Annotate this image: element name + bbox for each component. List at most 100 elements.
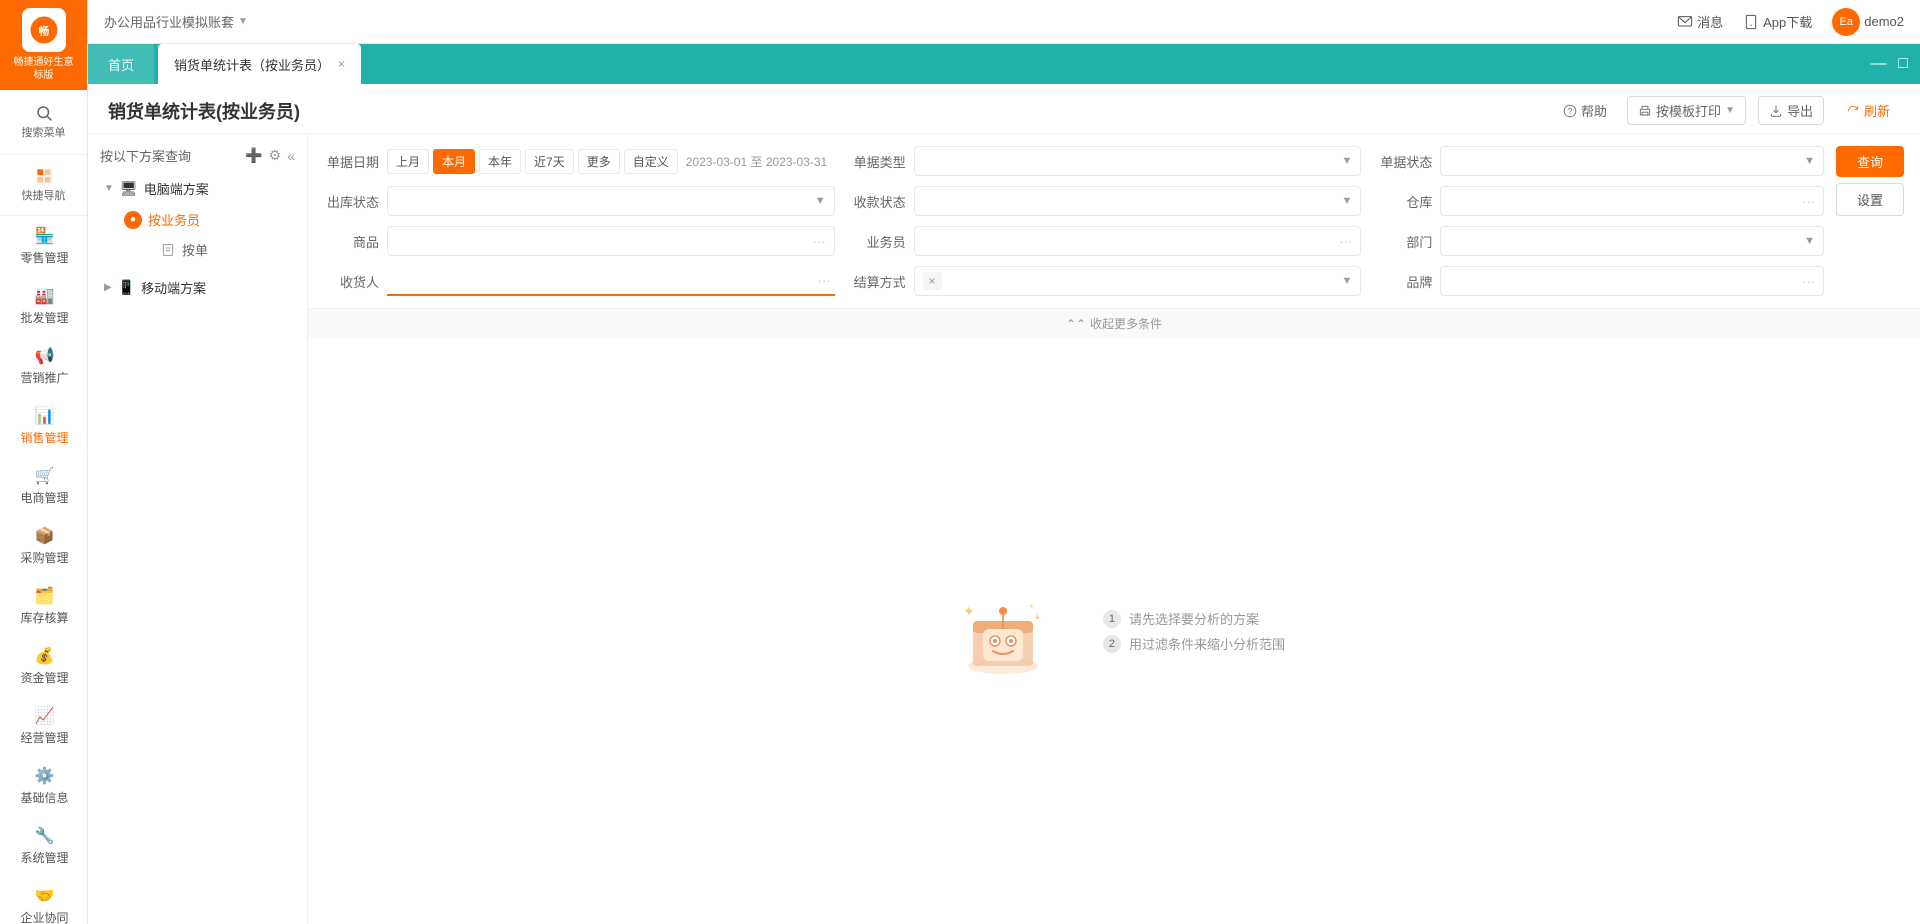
topbar-left: 办公用品行业模拟账套 ▼ [104,12,248,31]
recipient-input-wrapper: ··· [387,266,835,296]
tab-minimize-button[interactable]: — [1866,51,1890,77]
sidebar-item-wholesale[interactable]: 🏭 批发管理 [0,276,87,336]
left-panel: 按以下方案查询 ➕ ⚙ « ▼ 🖥 电 [88,134,308,924]
this-year-btn[interactable]: 本年 [479,149,521,174]
user-profile[interactable]: Ea demo2 [1832,8,1904,36]
salesperson-label: 业务员 [851,232,906,251]
search-menu-label: 搜索菜单 [22,124,66,140]
receiptstatus-select[interactable]: ▼ [914,186,1362,216]
sidebar-item-system[interactable]: 🔧 系统管理 [0,816,87,876]
warehouse-input[interactable]: ··· [1440,186,1824,216]
sidebar-item-marketing[interactable]: 📢 营销推广 [0,336,87,396]
home-tab[interactable]: 首页 [88,44,154,84]
doctype-select[interactable]: ▼ [914,146,1362,176]
message-button[interactable]: 消息 [1677,12,1723,31]
doctype-label: 单据类型 [851,152,906,171]
brand-input[interactable]: ··· [1440,266,1824,296]
tab-restore-button[interactable]: □ [1894,51,1912,77]
refresh-label: 刷新 [1864,101,1890,120]
user-name: demo2 [1864,14,1904,29]
print-button[interactable]: 按模板打印 ▼ [1627,96,1746,125]
export-button[interactable]: 导出 [1758,96,1824,125]
sidebar-item-ecommerce[interactable]: 🛒 电商管理 [0,456,87,516]
filter-grid: 单据日期 上月 本月 本年 近7天 更多 自定义 2023-03-01 至 20… [308,134,1920,308]
brand-label: 品牌 [1377,272,1432,291]
product-dots: ··· [813,234,826,249]
account-dropdown[interactable]: 办公用品行业模拟账套 ▼ [104,12,248,31]
sidebar-item-inventory[interactable]: 🗂️ 库存核算 [0,576,87,636]
this-month-btn[interactable]: 本月 [433,149,475,174]
sidebar-logo[interactable]: 畅 畅捷通好生意 标版 [0,0,87,90]
finance-icon: 💰 [35,646,55,666]
outstatus-label: 出库状态 [324,192,379,211]
by-order-label: 按单 [182,240,208,259]
department-dropdown-arrow: ▼ [1804,235,1815,247]
by-order-item[interactable]: 按单 [152,235,299,264]
more-date-btn[interactable]: 更多 [578,149,620,174]
query-button[interactable]: 查询 [1836,146,1904,177]
empty-tip-1: 1 请先选择要分析的方案 [1103,609,1285,628]
filter-docstatus-cell: 单据状态 ▼ [1377,146,1904,176]
mobile-expand-arrow: ▶ [104,282,112,293]
export-label: 导出 [1787,101,1813,120]
department-select[interactable]: ▼ [1440,226,1824,256]
tip-1-num: 1 [1103,610,1121,628]
outstatus-select[interactable]: ▼ [387,186,835,216]
sidebar-item-finance[interactable]: 💰 资金管理 [0,636,87,696]
active-tab[interactable]: 销货单统计表（按业务员） × [158,44,361,84]
search-menu-button[interactable]: 搜索菜单 [6,98,81,146]
app-download-button[interactable]: App下载 [1743,12,1812,31]
last-month-btn[interactable]: 上月 [387,149,429,174]
filter-receiptstatus-cell: 收款状态 ▼ [851,186,1378,216]
empty-state: ✦ ✦ ✦ 1 请先选择要分析的方案 2 [308,338,1920,924]
help-label: 帮助 [1581,101,1607,120]
quick-nav-section: 快捷导航 [0,155,87,216]
by-salesperson-label: 按业务员 [148,210,200,229]
settlement-label: 结算方式 [851,272,906,291]
add-scheme-button[interactable]: ➕ [245,147,262,164]
help-button[interactable]: ? 帮助 [1555,97,1615,124]
topbar: 办公用品行业模拟账套 ▼ 消息 App下载 Ea demo2 [88,0,1920,44]
settlement-tag-close[interactable]: × [929,274,936,288]
collapse-panel-button[interactable]: « [287,148,295,164]
product-input[interactable]: ··· [387,226,835,256]
desktop-section-header[interactable]: ▼ 🖥 电脑端方案 [96,173,299,204]
tab-close-button[interactable]: × [338,57,345,71]
sidebar-nav: 🏪 零售管理 🏭 批发管理 📢 营销推广 📊 销售管理 🛒 电商管理 📦 采购管… [0,216,87,924]
sidebar-item-retail[interactable]: 🏪 零售管理 [0,216,87,276]
settings-button[interactable]: 设置 [1836,183,1904,216]
tip-1-text: 请先选择要分析的方案 [1129,609,1259,628]
left-panel-actions: ➕ ⚙ « [245,147,295,164]
custom-date-btn[interactable]: 自定义 [624,149,678,174]
purchase-icon: 📦 [35,526,55,546]
docstatus-select[interactable]: ▼ [1440,146,1824,176]
print-dropdown-arrow[interactable]: ▼ [1725,105,1735,116]
date-group: 上月 本月 本年 近7天 更多 自定义 2023-03-01 至 2023-03… [387,149,827,174]
account-name: 办公用品行业模拟账套 [104,12,234,31]
salesperson-input[interactable]: ··· [914,226,1362,256]
receiptstatus-select-wrapper: ▼ [914,186,1362,216]
mobile-section-header[interactable]: ▶ 📱 移动端方案 [96,272,299,303]
svg-text:✦: ✦ [963,603,975,619]
docstatus-dropdown-arrow: ▼ [1804,155,1815,167]
settings-scheme-button[interactable]: ⚙ [269,147,282,164]
empty-content: ✦ ✦ ✦ 1 请先选择要分析的方案 2 [943,571,1285,691]
sidebar-item-basic[interactable]: ⚙️ 基础信息 [0,756,87,816]
recipient-input[interactable] [391,273,818,288]
refresh-button[interactable]: 刷新 [1836,97,1900,124]
sidebar-item-operations[interactable]: 📈 经营管理 [0,696,87,756]
collapse-bar[interactable]: ⌃⌃ 收起更多条件 [308,308,1920,338]
left-panel-title-text: 按以下方案查询 [100,146,191,165]
sidebar-item-inventory-label: 库存核算 [20,609,68,626]
mobile-branch: ▶ 📱 移动端方案 [96,272,299,303]
by-order-sub: 按单 [116,235,299,264]
doctype-dropdown-arrow: ▼ [1341,155,1352,167]
by-salesperson-item[interactable]: ● 按业务员 [116,204,299,235]
last7-btn[interactable]: 近7天 [525,149,574,174]
quick-nav-button[interactable]: 快捷导航 [6,161,81,209]
sidebar-item-sales[interactable]: 📊 销售管理 [0,396,87,456]
sidebar-item-enterprise[interactable]: 🤝 企业协同 [0,876,87,924]
sidebar-item-purchase[interactable]: 📦 采购管理 [0,516,87,576]
receiptstatus-dropdown-arrow: ▼ [1341,195,1352,207]
settlement-input[interactable]: × ▼ [914,266,1362,296]
